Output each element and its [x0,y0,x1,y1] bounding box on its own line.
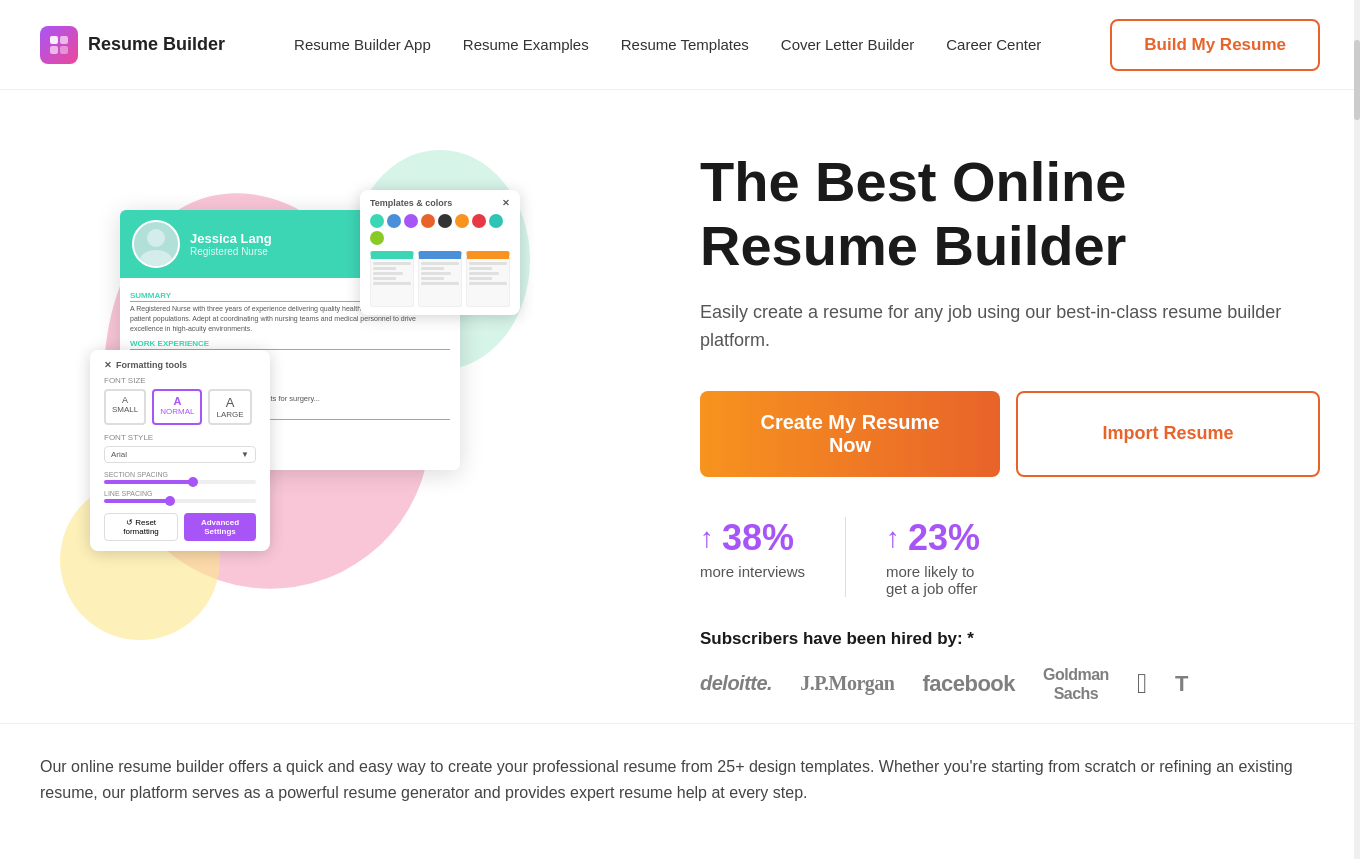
scrollbar-thumb [1354,40,1360,120]
swatch-orange[interactable] [421,214,435,228]
advanced-settings-button[interactable]: Advanced Settings [184,513,256,541]
line-spacing-fill [104,499,172,503]
logo-icon [40,26,78,64]
scrollbar[interactable] [1354,0,1360,837]
font-size-options: ASMALL ANORMAL ALARGE [104,389,256,425]
font-style-label: FONT STYLE [104,433,256,442]
nav-career-center[interactable]: Career Center [946,36,1041,53]
nav-cover-letter[interactable]: Cover Letter Builder [781,36,914,53]
svg-point-5 [140,250,172,266]
swatch-red[interactable] [472,214,486,228]
logo[interactable]: Resume Builder [40,26,225,64]
stat-arrow-up-2: ↑ [886,522,900,554]
line-spacing-label: LINE SPACING [104,490,256,497]
swatch-cyan[interactable] [489,214,503,228]
build-my-resume-button[interactable]: Build My Resume [1110,19,1320,71]
svg-rect-2 [50,46,58,54]
formatting-panel: ✕ Formatting tools FONT SIZE ASMALL ANOR… [90,350,270,551]
hero-content: The Best Online Resume Builder Easily cr… [640,130,1320,703]
svg-rect-3 [60,46,68,54]
hired-by-section: Subscribers have been hired by: * deloit… [700,629,1320,703]
svg-point-4 [147,229,165,247]
resume-avatar [132,220,180,268]
logo-facebook: facebook [922,671,1015,697]
stat-interviews-label: more interviews [700,563,805,580]
logo-apple:  [1137,668,1147,700]
font-size-normal[interactable]: ANORMAL [152,389,202,425]
nav-builder-app[interactable]: Resume Builder App [294,36,431,53]
template-preview-blue[interactable] [418,251,462,307]
swatch-teal[interactable] [370,214,384,228]
color-swatches [370,214,510,245]
logo-goldman-sachs: GoldmanSachs [1043,665,1109,703]
line-spacing-row: LINE SPACING [104,490,256,503]
nav-templates[interactable]: Resume Templates [621,36,749,53]
hero-illustration: Templates & colors ✕ [40,130,540,680]
logo-text: Resume Builder [88,34,225,55]
stat-interviews-number: ↑ 38% [700,517,805,559]
svg-rect-1 [60,36,68,44]
templates-panel: Templates & colors ✕ [360,190,520,315]
site-header: Resume Builder Resume Builder App Resume… [0,0,1360,90]
logo-deloitte: deloitte. [700,672,772,695]
line-spacing-track[interactable] [104,499,256,503]
cta-row: Create My Resume Now Import Resume [700,391,1320,477]
section-spacing-thumb [188,477,198,487]
font-size-label: FONT SIZE [104,376,256,385]
swatch-blue[interactable] [387,214,401,228]
template-preview-orange[interactable] [466,251,510,307]
swatch-dark[interactable] [438,214,452,228]
reset-formatting-button[interactable]: ↺ Reset formatting [104,513,178,541]
logo-tesla: T [1175,671,1190,697]
templates-panel-title: Templates & colors ✕ [370,198,510,208]
stat-job-offer: ↑ 23% more likely toget a job offer [886,517,1020,597]
bottom-description: Our online resume builder offers a quick… [0,723,1360,837]
hero-heading: The Best Online Resume Builder [700,150,1320,279]
nav-examples[interactable]: Resume Examples [463,36,589,53]
resume-person-title: Registered Nurse [190,246,355,257]
stat-job-offer-number: ↑ 23% [886,517,980,559]
template-previews [370,251,510,307]
main-nav: Resume Builder App Resume Examples Resum… [294,36,1041,53]
stat-interviews: ↑ 38% more interviews [700,517,846,597]
swatch-yellow[interactable] [455,214,469,228]
section-spacing-track[interactable] [104,480,256,484]
font-style-select[interactable]: Arial ▼ [104,446,256,463]
stat-job-offer-label: more likely toget a job offer [886,563,980,597]
resume-person-name: Jessica Lang [190,231,355,246]
svg-rect-0 [50,36,58,44]
swatch-purple[interactable] [404,214,418,228]
format-actions: ↺ Reset formatting Advanced Settings [104,513,256,541]
hired-by-title: Subscribers have been hired by: * [700,629,1320,649]
stat-arrow-up-1: ↑ [700,522,714,554]
section-spacing-row: SECTION SPACING [104,471,256,484]
import-resume-button[interactable]: Import Resume [1016,391,1320,477]
template-preview-green[interactable] [370,251,414,307]
font-size-large[interactable]: ALARGE [208,389,251,425]
swatch-green[interactable] [370,231,384,245]
formatting-panel-title: ✕ Formatting tools [104,360,256,370]
company-logos: deloitte. J.P.Morgan facebook GoldmanSac… [700,665,1320,703]
logo-jpmorgan: J.P.Morgan [800,672,894,695]
stats-row: ↑ 38% more interviews ↑ 23% more likely … [700,517,1320,597]
line-spacing-thumb [165,496,175,506]
font-size-small[interactable]: ASMALL [104,389,146,425]
create-resume-button[interactable]: Create My Resume Now [700,391,1000,477]
section-spacing-label: SECTION SPACING [104,471,256,478]
section-spacing-fill [104,480,195,484]
hero-subtitle: Easily create a resume for any job using… [700,299,1300,355]
hero-section: Templates & colors ✕ [0,90,1360,723]
resume-name-area: Jessica Lang Registered Nurse [190,231,355,257]
